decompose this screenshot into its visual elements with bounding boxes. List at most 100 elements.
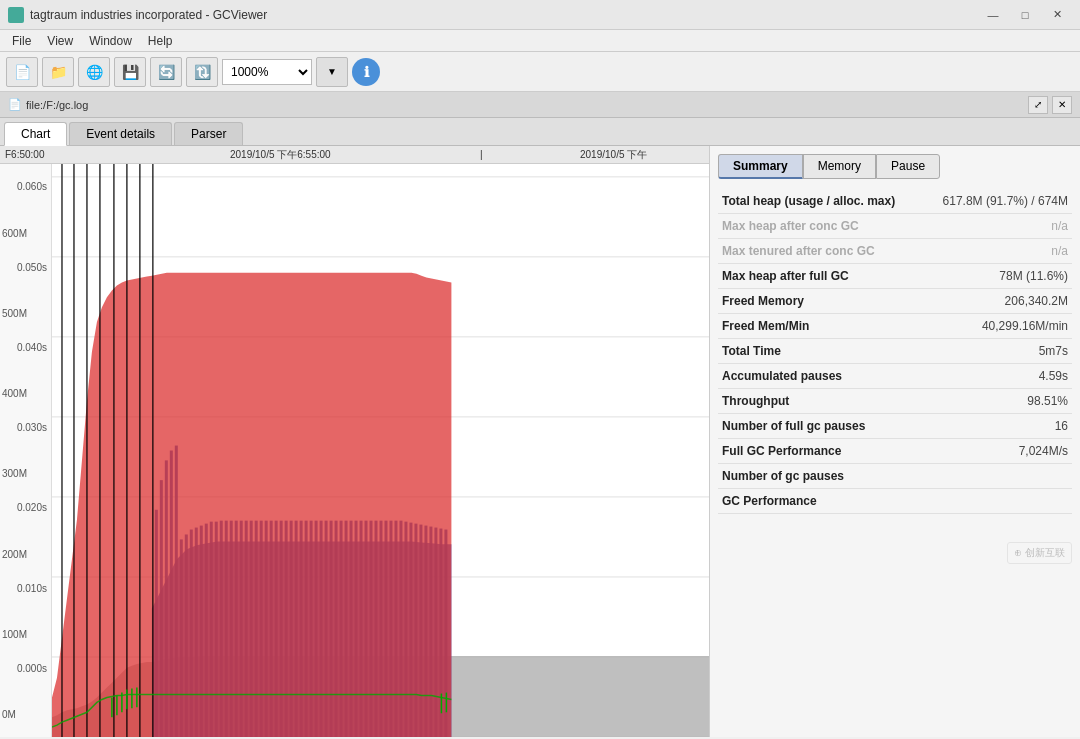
time-label-2: | [480,149,483,160]
summary-label-10: Full GC Performance [718,439,913,464]
right-panel: Summary Memory Pause Total heap (usage /… [710,146,1080,737]
summary-label-7: Accumulated pauses [718,364,913,389]
summary-value-7: 4.59s [913,364,1072,389]
file-path-text: file:/F:/gc.log [26,99,88,111]
svg-marker-70 [52,273,451,737]
open-button[interactable]: 📁 [42,57,74,87]
title-bar: tagtraum industries incorporated - GCVie… [0,0,1080,30]
y-axis-memory: 600M 500M 400M 300M 200M 100M 0M 0.060s … [0,164,52,737]
summary-value-8: 98.51% [913,389,1072,414]
zoom-down-button[interactable]: ▼ [316,57,348,87]
y-mem-200: 200M [2,548,27,559]
summary-row-12: GC Performance [718,489,1072,514]
reload-button[interactable]: 🔃 [186,57,218,87]
summary-value-1: n/a [913,214,1072,239]
y-mem-100: 100M [2,628,27,639]
summary-value-0: 617.8M (91.7%) / 674M [913,189,1072,214]
y-mem-600: 600M [2,227,27,238]
menu-window[interactable]: Window [81,32,140,50]
menu-help[interactable]: Help [140,32,181,50]
minimize-button[interactable]: — [978,4,1008,26]
summary-value-6: 5m7s [913,339,1072,364]
summary-value-9: 16 [913,414,1072,439]
summary-value-2: n/a [913,239,1072,264]
summary-label-8: Throughput [718,389,913,414]
menu-file[interactable]: File [4,32,39,50]
summary-tab-summary[interactable]: Summary [718,154,803,179]
window-controls: — □ ✕ [978,4,1072,26]
tab-event-details[interactable]: Event details [69,122,172,145]
summary-row-11: Number of gc pauses [718,464,1072,489]
summary-label-9: Number of full gc pauses [718,414,913,439]
web-button[interactable]: 🌐 [78,57,110,87]
summary-tab-pause[interactable]: Pause [876,154,940,179]
summary-table: Total heap (usage / alloc. max) 617.8M (… [718,189,1072,514]
summary-label-12: GC Performance [718,489,913,514]
save-button[interactable]: 💾 [114,57,146,87]
time-label-1: 2019/10/5 下午6:55:00 [230,148,331,162]
y-time-003: 0.030s [17,422,47,433]
time-label-0: F6:50:00 [5,149,44,160]
tab-chart[interactable]: Chart [4,122,67,146]
summary-row-6: Total Time 5m7s [718,339,1072,364]
app-icon [8,7,24,23]
time-label-3: 2019/10/5 下午 [580,148,647,162]
summary-row-0: Total heap (usage / alloc. max) 617.8M (… [718,189,1072,214]
y-time-006: 0.060s [17,181,47,192]
summary-row-1: Max heap after conc GC n/a [718,214,1072,239]
summary-tab-memory[interactable]: Memory [803,154,876,179]
summary-value-10: 7,024M/s [913,439,1072,464]
file-icon: 📄 [8,98,22,111]
file-ctrl-close[interactable]: ✕ [1052,96,1072,114]
zoom-select[interactable]: 100% 200% 500% 1000% 2000% [222,59,312,85]
y-mem-0: 0M [2,709,16,720]
summary-label-11: Number of gc pauses [718,464,913,489]
summary-value-3: 78M (11.6%) [913,264,1072,289]
summary-value-12 [913,489,1072,514]
summary-label-2: Max tenured after conc GC [718,239,913,264]
summary-row-3: Max heap after full GC 78M (11.6%) [718,264,1072,289]
summary-row-10: Full GC Performance 7,024M/s [718,439,1072,464]
chart-area[interactable]: F6:50:00 2019/10/5 下午6:55:00 | 2019/10/5… [0,146,710,737]
y-time-000: 0.000s [17,662,47,673]
menu-bar: File View Window Help [0,30,1080,52]
watermark-area: ⊕ 创新互联 [718,524,1072,564]
info-button[interactable]: ℹ [352,58,380,86]
window-title: tagtraum industries incorporated - GCVie… [30,8,267,22]
gc-chart-svg [52,164,709,737]
file-bar: 📄 file:/F:/gc.log ⤢ ✕ [0,92,1080,118]
summary-label-6: Total Time [718,339,913,364]
summary-label-5: Freed Mem/Min [718,314,913,339]
menu-view[interactable]: View [39,32,81,50]
file-ctrl-expand[interactable]: ⤢ [1028,96,1048,114]
summary-row-9: Number of full gc pauses 16 [718,414,1072,439]
chart-plot[interactable] [52,164,709,737]
summary-tab-bar: Summary Memory Pause [718,154,1072,179]
y-time-002: 0.020s [17,502,47,513]
summary-row-2: Max tenured after conc GC n/a [718,239,1072,264]
close-button[interactable]: ✕ [1042,4,1072,26]
summary-value-11 [913,464,1072,489]
summary-label-3: Max heap after full GC [718,264,913,289]
summary-row-8: Throughput 98.51% [718,389,1072,414]
summary-label-1: Max heap after conc GC [718,214,913,239]
tab-parser[interactable]: Parser [174,122,243,145]
maximize-button[interactable]: □ [1010,4,1040,26]
summary-row-4: Freed Memory 206,340.2M [718,289,1072,314]
tab-bar: Chart Event details Parser [0,118,1080,146]
summary-label-4: Freed Memory [718,289,913,314]
y-mem-400: 400M [2,388,27,399]
summary-row-7: Accumulated pauses 4.59s [718,364,1072,389]
summary-row-5: Freed Mem/Min 40,299.16M/min [718,314,1072,339]
y-mem-300: 300M [2,468,27,479]
main-content: F6:50:00 2019/10/5 下午6:55:00 | 2019/10/5… [0,146,1080,737]
y-time-001: 0.010s [17,582,47,593]
time-axis: F6:50:00 2019/10/5 下午6:55:00 | 2019/10/5… [0,146,709,164]
summary-label-0: Total heap (usage / alloc. max) [718,189,913,214]
refresh-button[interactable]: 🔄 [150,57,182,87]
watermark: ⊕ 创新互联 [1007,542,1072,564]
new-button[interactable]: 📄 [6,57,38,87]
y-time-005: 0.050s [17,261,47,272]
chart-body: 600M 500M 400M 300M 200M 100M 0M 0.060s … [0,164,709,737]
summary-value-5: 40,299.16M/min [913,314,1072,339]
